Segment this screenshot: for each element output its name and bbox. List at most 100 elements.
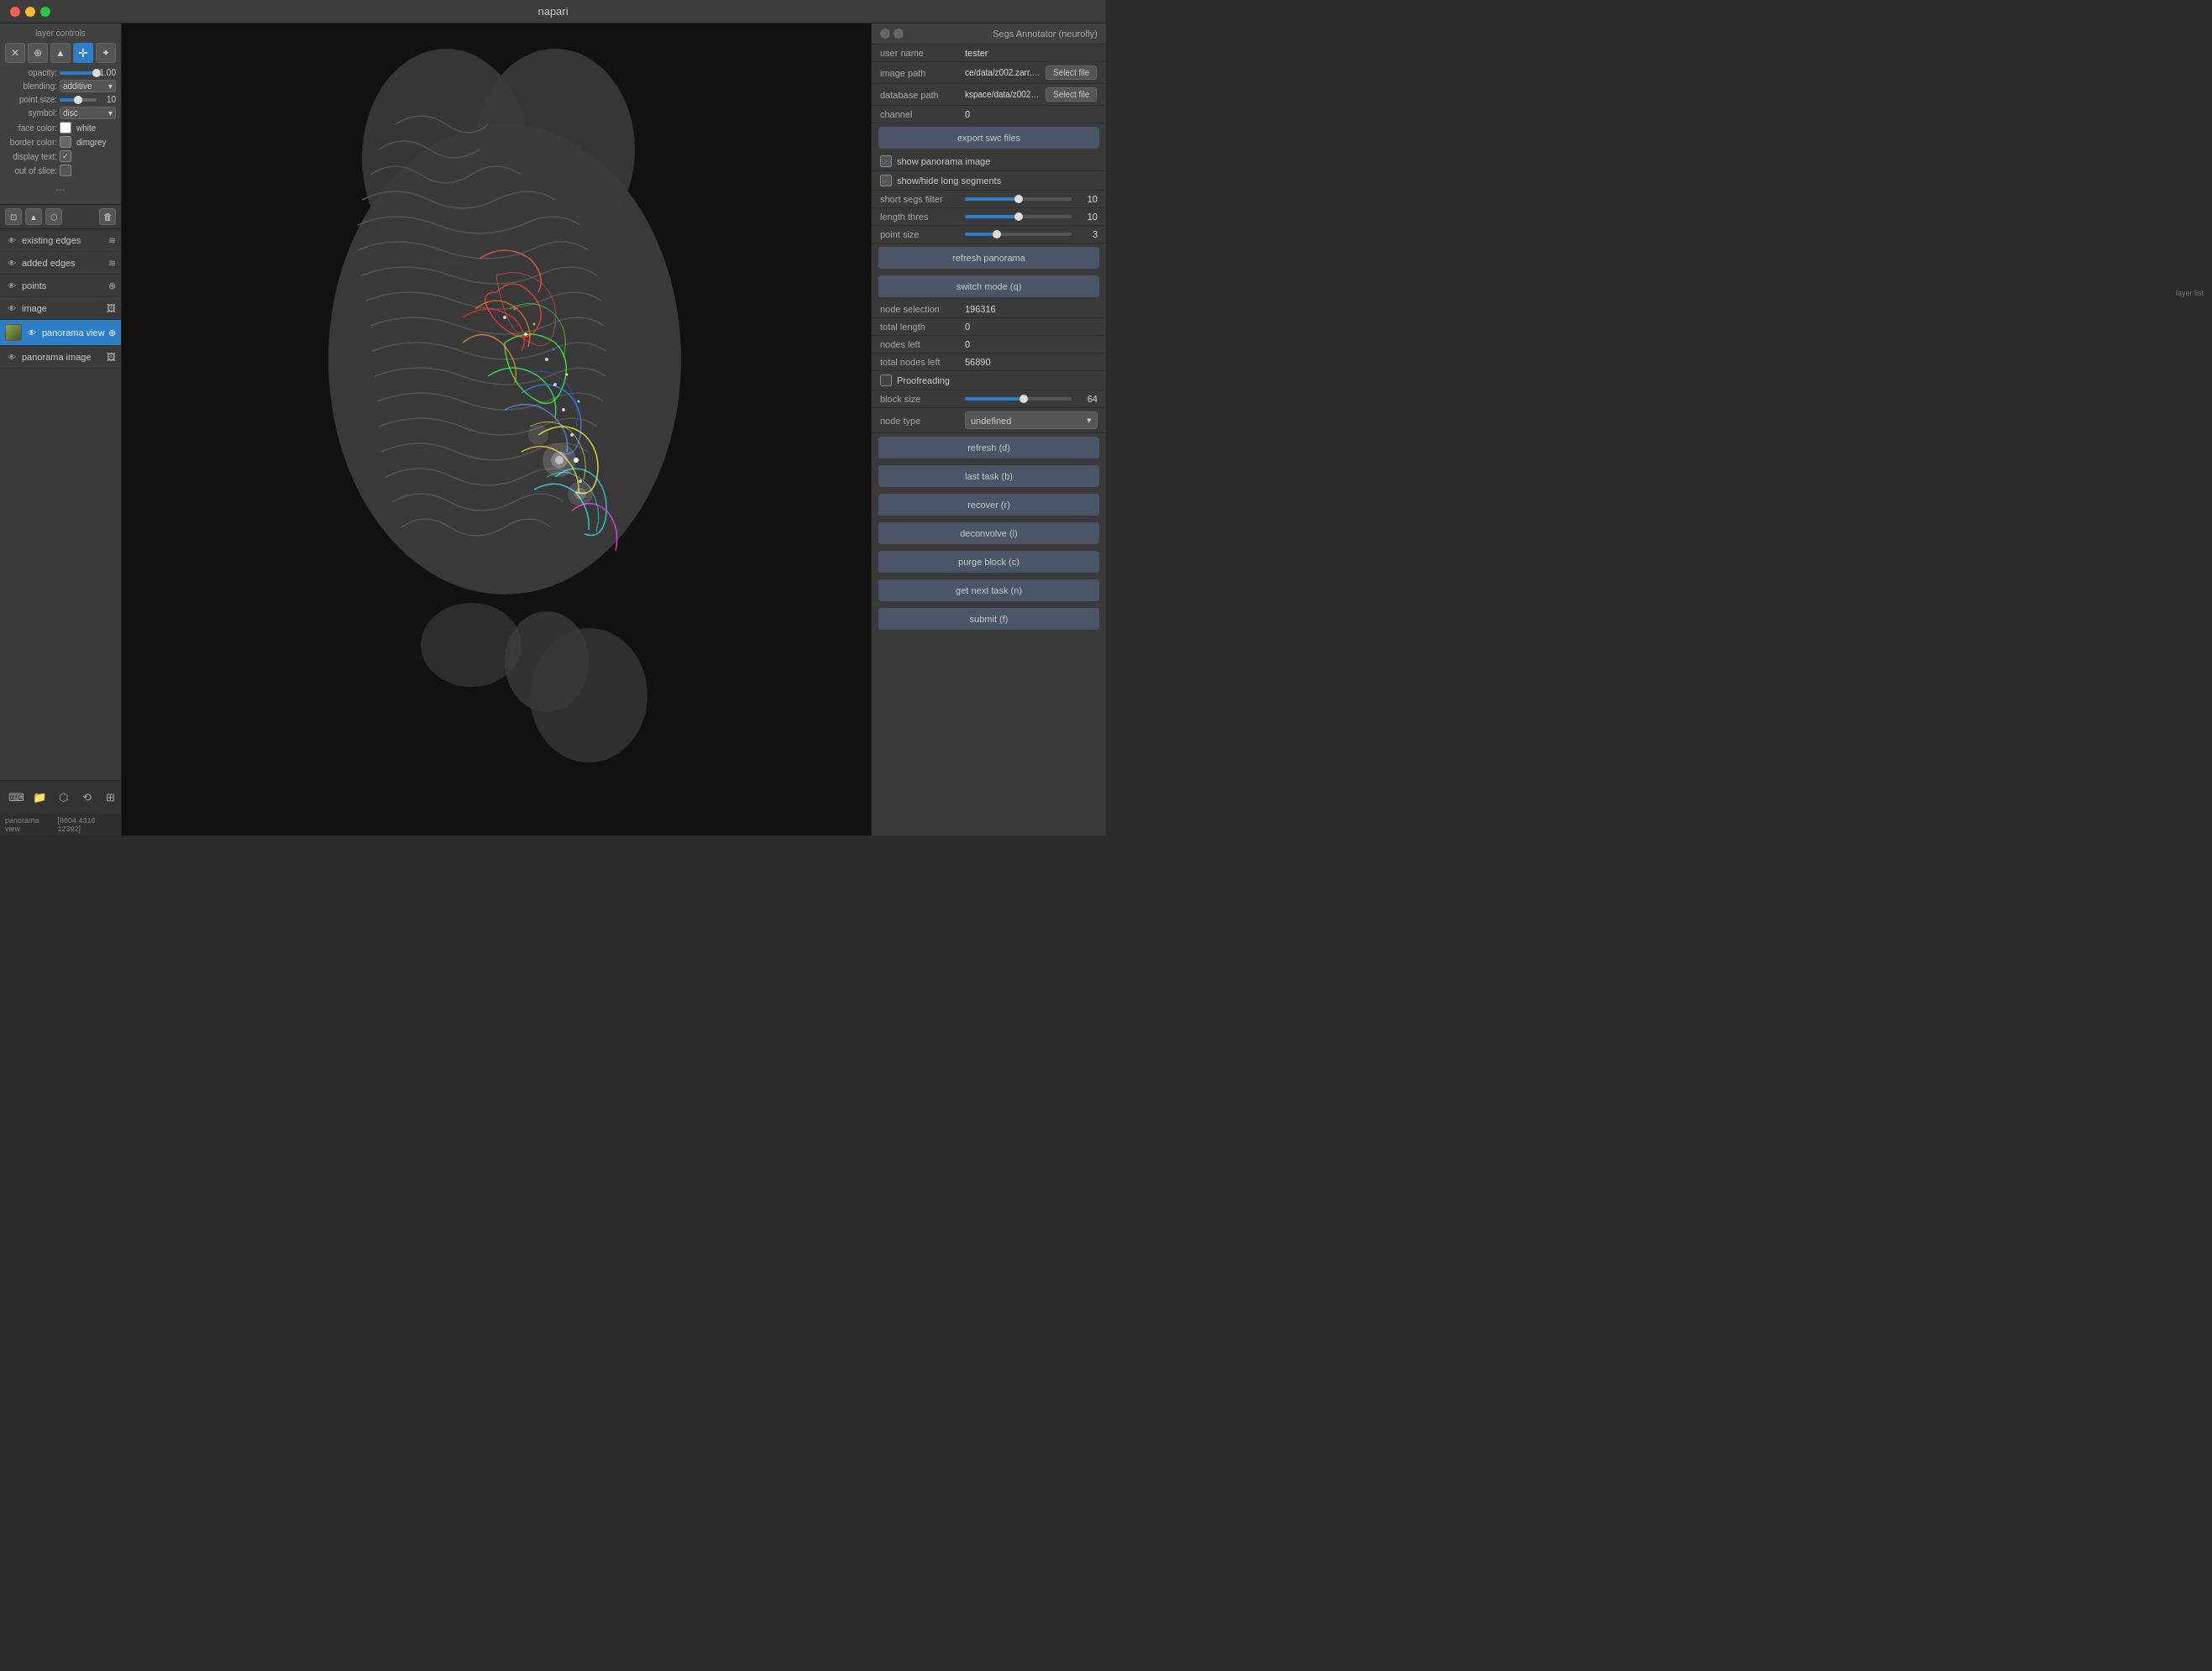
- short-segs-row: short segs filter 10: [872, 191, 1106, 208]
- right-panel-controls: [880, 29, 904, 39]
- select-list-button[interactable]: ▲: [25, 208, 42, 225]
- maximize-button[interactable]: [40, 7, 50, 17]
- layer-item-added-edges[interactable]: 👁 added edges ≋: [0, 252, 121, 275]
- rp-search-button[interactable]: [894, 29, 904, 39]
- folder-icon[interactable]: 📁: [30, 788, 49, 807]
- rp-point-size-label: point size: [880, 229, 960, 239]
- move-tool-button[interactable]: ✛: [73, 43, 93, 63]
- display-text-label: display text:: [5, 152, 57, 161]
- right-panel-title: Segs Annotator (neurofly): [993, 29, 1098, 39]
- minimize-button[interactable]: [25, 7, 35, 17]
- select-file-button[interactable]: Select file: [1046, 65, 1097, 80]
- proofreading-checkbox[interactable]: [880, 375, 892, 386]
- select-file2-button[interactable]: Select file: [1046, 87, 1097, 102]
- get-next-task-button[interactable]: get next task (n): [878, 579, 1099, 601]
- nodes-left-label: nodes left: [880, 339, 960, 349]
- face-color-swatch[interactable]: [60, 122, 71, 134]
- layer-list-panel: ⊡ ▲ ⬡ 🗑 layer list 👁 existing edges ≋ 👁 …: [0, 205, 121, 780]
- out-of-slice-checkbox[interactable]: [60, 165, 71, 176]
- length-thres-slider[interactable]: [965, 215, 1072, 218]
- total-nodes-left-value: 56890: [965, 357, 1098, 367]
- deconvolve-button[interactable]: deconvolve (i): [878, 522, 1099, 544]
- add-layer-button[interactable]: ⊕: [28, 43, 48, 63]
- layer-name-image: image: [22, 303, 103, 313]
- short-segs-slider[interactable]: [965, 197, 1072, 201]
- node-type-select[interactable]: undefined ▾: [965, 411, 1098, 429]
- select-tool-button[interactable]: ▲: [50, 43, 71, 63]
- grid-icon[interactable]: ⊞: [101, 788, 119, 807]
- total-length-value: 0: [965, 322, 1098, 332]
- points-tool-button[interactable]: ⊡: [5, 208, 22, 225]
- close-layer-button[interactable]: ✕: [5, 43, 25, 63]
- show-panorama-checkbox[interactable]: ✓: [880, 155, 892, 167]
- refresh-panorama-button[interactable]: refresh panorama: [878, 247, 1099, 269]
- eye-added-edges-icon[interactable]: 👁: [5, 256, 18, 270]
- eye-panorama-image-icon[interactable]: 👁: [5, 350, 18, 364]
- svg-point-3: [475, 49, 635, 250]
- switch-mode-button[interactable]: switch mode (q): [878, 275, 1099, 297]
- rp-point-size-slider[interactable]: [965, 233, 1072, 236]
- opacity-row: opacity: 1.00: [5, 68, 116, 77]
- channel-value: 0: [965, 109, 1098, 119]
- last-task-button[interactable]: last task (b): [878, 465, 1099, 487]
- border-color-swatch[interactable]: [60, 136, 71, 148]
- block-size-slider[interactable]: [965, 397, 1072, 401]
- svg-point-12: [530, 628, 647, 762]
- channel-label: channel: [880, 109, 960, 119]
- eye-panorama-view-icon[interactable]: 👁: [25, 326, 39, 339]
- layer-item-panorama-view[interactable]: 👁 panorama view ⊕: [0, 320, 121, 346]
- face-color-label: face color:: [5, 123, 57, 133]
- transform-icon[interactable]: ⟲: [77, 788, 96, 807]
- layer-name-points: points: [22, 280, 105, 291]
- display-text-checkbox[interactable]: ✓: [60, 150, 71, 162]
- svg-point-24: [566, 374, 569, 376]
- node-selection-value: 196316: [965, 304, 1098, 314]
- out-of-slice-label: out of slice:: [5, 166, 57, 175]
- rp-close-button[interactable]: [880, 29, 890, 39]
- transform-tool-button[interactable]: ✦: [96, 43, 116, 63]
- cube-icon[interactable]: ⬡: [54, 788, 72, 807]
- total-nodes-left-row: total nodes left 56890: [872, 354, 1106, 371]
- collapse-dots[interactable]: ···: [5, 179, 116, 199]
- opacity-value: 1.00: [99, 68, 116, 77]
- total-nodes-left-label: total nodes left: [880, 357, 960, 367]
- layer-item-panorama-image[interactable]: 👁 panorama image 🖼: [0, 346, 121, 369]
- svg-point-21: [514, 308, 516, 311]
- blending-select[interactable]: additive ▾: [60, 80, 116, 92]
- polygon-list-button[interactable]: ⬡: [45, 208, 62, 225]
- border-color-row: border color: dimgrey: [5, 136, 116, 148]
- blending-chevron-icon: ▾: [108, 81, 113, 91]
- terminal-icon[interactable]: ⌨: [7, 788, 25, 807]
- eye-points-icon[interactable]: 👁: [5, 279, 18, 292]
- short-segs-label: short segs filter: [880, 194, 960, 204]
- node-selection-label: node selection: [880, 304, 960, 314]
- canvas-area[interactable]: [122, 24, 871, 836]
- display-text-row: display text: ✓: [5, 150, 116, 162]
- show-long-segs-label: show/hide long segments: [897, 175, 1001, 186]
- svg-point-8: [574, 488, 586, 500]
- export-swc-button[interactable]: export swc files: [878, 127, 1099, 149]
- recover-button[interactable]: recover (r): [878, 494, 1099, 516]
- point-size-label: point size:: [5, 95, 57, 104]
- channel-row: channel 0: [872, 106, 1106, 123]
- close-button[interactable]: [10, 7, 20, 17]
- refresh-d-button[interactable]: refresh (d): [878, 437, 1099, 458]
- point-size-slider[interactable]: [60, 98, 97, 102]
- svg-point-2: [362, 49, 530, 267]
- eye-existing-edges-icon[interactable]: 👁: [5, 233, 18, 247]
- face-color-name: white: [76, 123, 96, 133]
- symbol-row: symbol: disc ▾: [5, 107, 116, 119]
- symbol-select[interactable]: disc ▾: [60, 107, 116, 119]
- svg-point-17: [562, 408, 565, 411]
- layer-item-existing-edges[interactable]: 👁 existing edges ≋: [0, 229, 121, 252]
- layer-controls-header: layer controls: [5, 29, 116, 38]
- right-panel: Segs Annotator (neurofly) user name test…: [871, 24, 1106, 836]
- delete-layer-button[interactable]: 🗑: [99, 208, 116, 225]
- eye-image-icon[interactable]: 👁: [5, 301, 18, 315]
- layer-item-image[interactable]: 👁 image 🖼: [0, 297, 121, 320]
- submit-button[interactable]: submit (f): [878, 608, 1099, 630]
- purge-block-button[interactable]: purge block (c): [878, 551, 1099, 573]
- opacity-slider[interactable]: [60, 71, 97, 75]
- layer-item-points[interactable]: 👁 points ⊕: [0, 275, 121, 297]
- show-long-segs-checkbox[interactable]: ✓: [880, 175, 892, 186]
